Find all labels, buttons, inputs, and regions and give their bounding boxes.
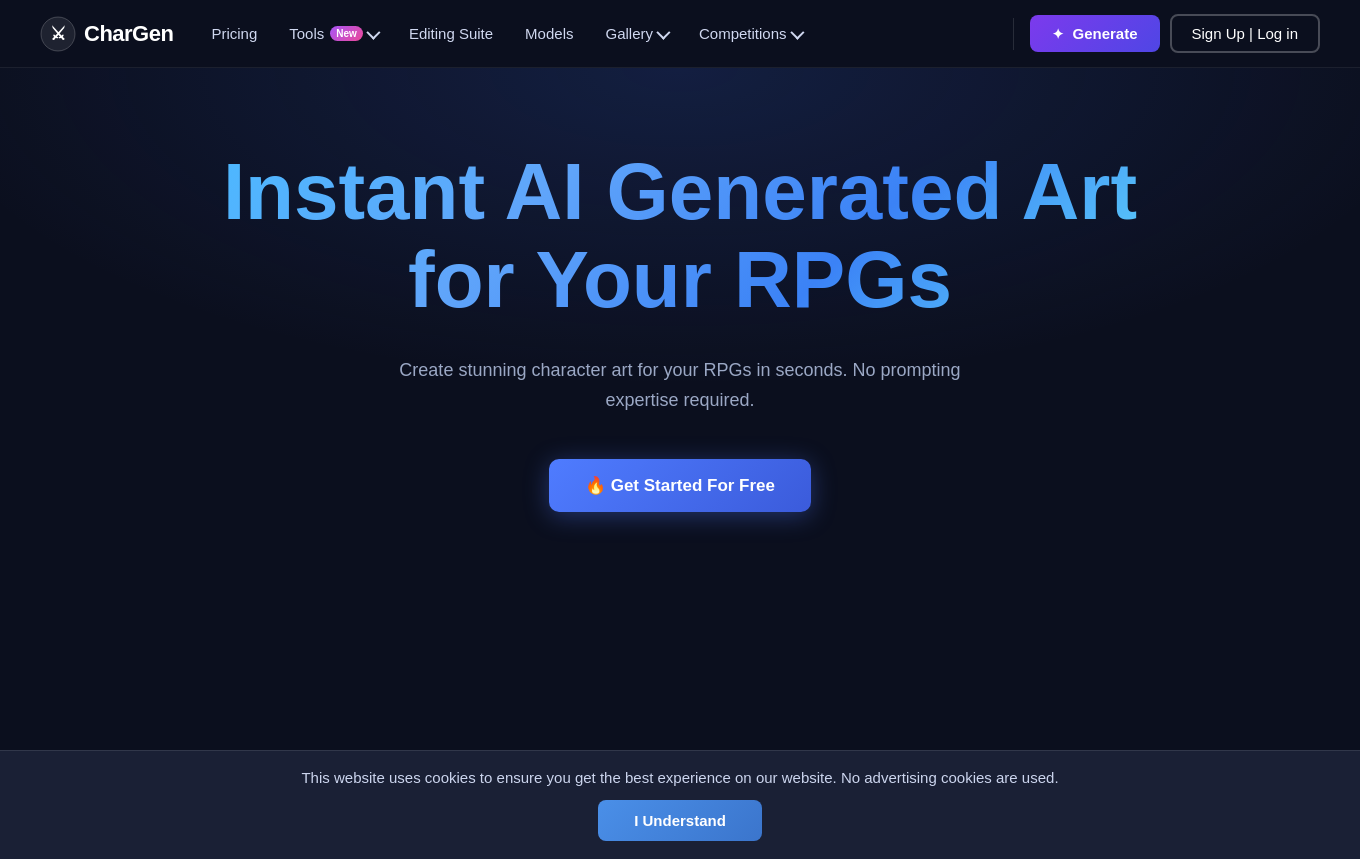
competitions-chevron-icon [790,25,804,39]
tools-chevron-icon [366,25,380,39]
cookie-message: This website uses cookies to ensure you … [301,769,1058,786]
hero-section: Instant AI Generated Art for Your RPGs C… [0,68,1360,822]
gallery-chevron-icon [656,25,670,39]
cookie-accept-button[interactable]: I Understand [598,800,762,841]
sparkle-icon: ✦ [1052,26,1064,42]
logo-icon: ⚔ [40,16,76,52]
nav-pricing[interactable]: Pricing [197,17,271,50]
nav-tools[interactable]: Tools New [275,17,391,50]
signup-button[interactable]: Sign Up | Log in [1170,14,1320,53]
gallery-preview [490,572,870,762]
logo-link[interactable]: ⚔ CharGen [40,16,173,52]
svg-text:⚔: ⚔ [50,24,66,44]
nav-competitions[interactable]: Competitions [685,17,815,50]
cookie-banner: This website uses cookies to ensure you … [0,750,1360,859]
hero-subtitle: Create stunning character art for your R… [390,356,970,415]
generate-button[interactable]: ✦ Generate [1030,15,1159,52]
nav-separator [1013,18,1014,50]
tools-badge: New [330,26,363,41]
nav-models[interactable]: Models [511,17,587,50]
brand-name: CharGen [84,21,173,47]
nav-editing-suite[interactable]: Editing Suite [395,17,507,50]
nav-gallery[interactable]: Gallery [591,17,681,50]
navbar: ⚔ CharGen Pricing Tools New Editing Suit… [0,0,1360,68]
cta-button[interactable]: 🔥 Get Started For Free [549,459,811,512]
hero-title: Instant AI Generated Art for Your RPGs [223,148,1137,324]
nav-actions: ✦ Generate Sign Up | Log in [1030,14,1320,53]
nav-links: Pricing Tools New Editing Suite Models G… [197,17,997,50]
